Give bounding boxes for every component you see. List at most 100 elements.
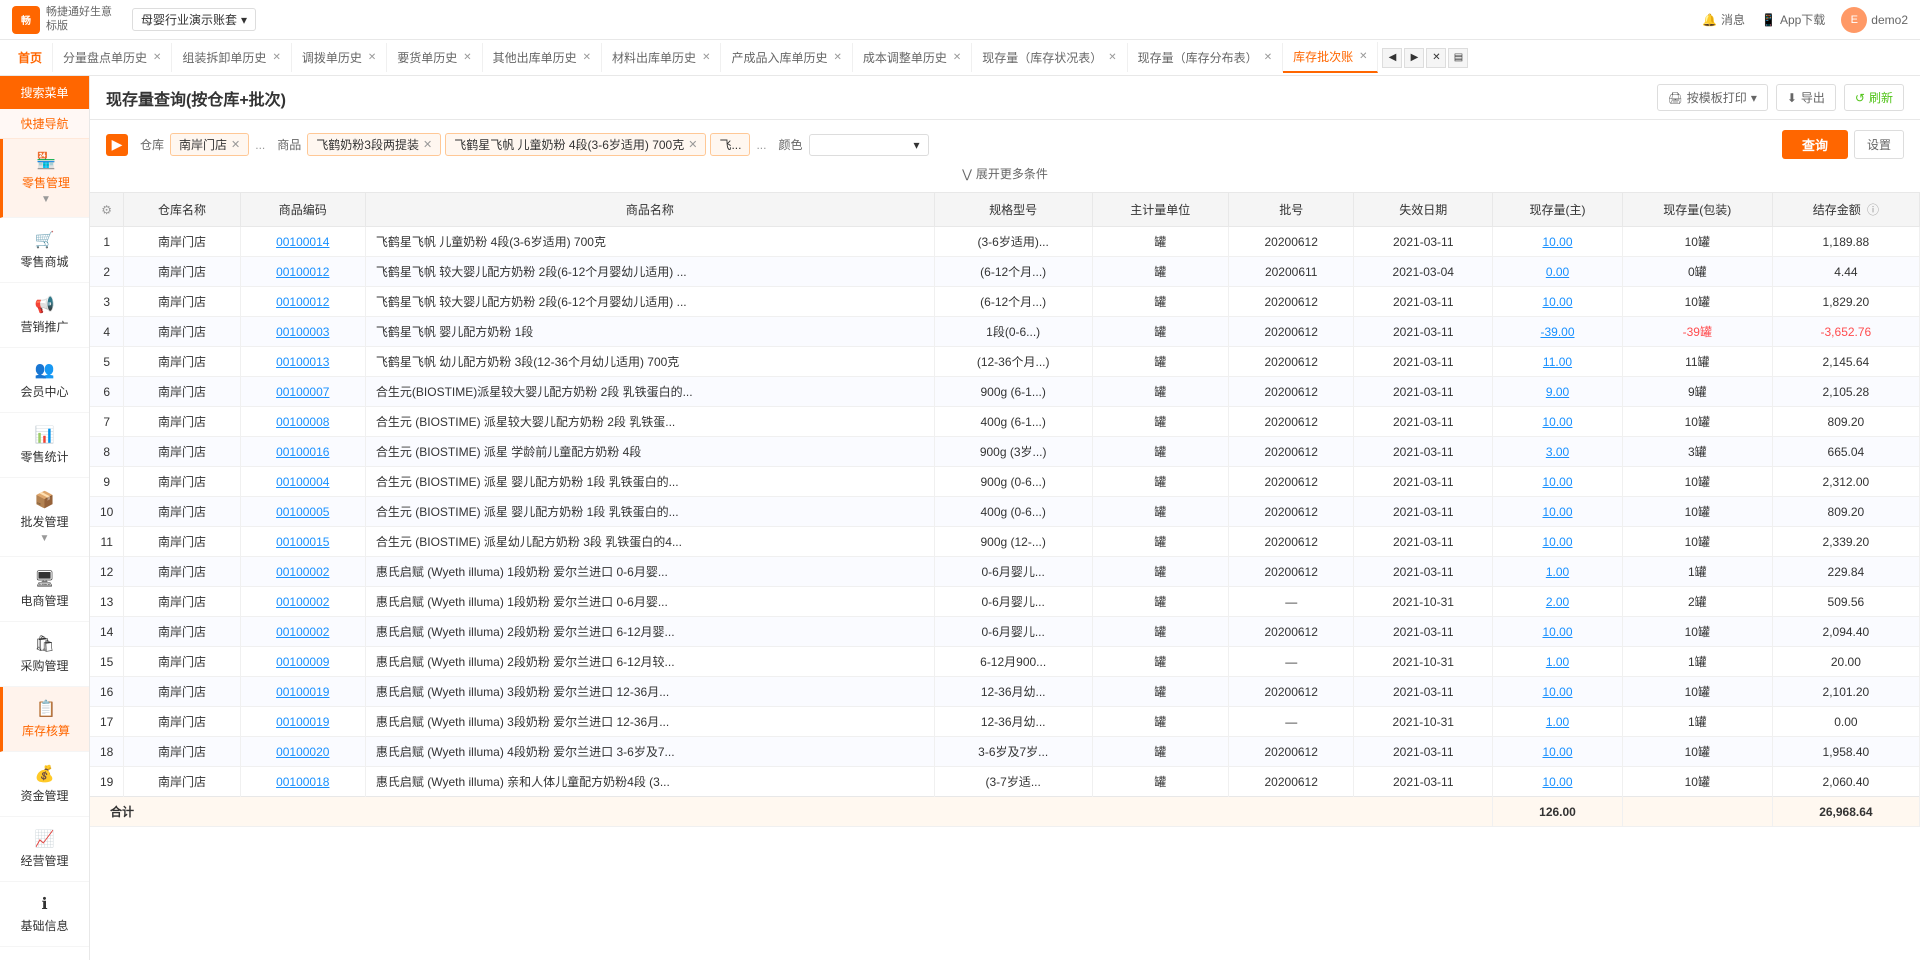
refresh-button[interactable]: ↺ 刷新 xyxy=(1844,84,1904,111)
sidebar-item-member[interactable]: 👥 会员中心 xyxy=(0,348,89,413)
tab-要货单[interactable]: 要货单历史 ✕ xyxy=(387,43,482,72)
tab-close[interactable]: ✕ xyxy=(1359,51,1367,62)
cell-code[interactable]: 00100007 xyxy=(240,377,365,407)
nav-next[interactable]: ▶ xyxy=(1404,48,1424,68)
cell-amount: 20.00 xyxy=(1772,647,1919,677)
amount-info-icon[interactable]: ⓘ xyxy=(1867,203,1879,217)
user-avatar[interactable]: E demo2 xyxy=(1841,7,1908,33)
col-settings[interactable]: ⚙ xyxy=(90,193,124,227)
cell-code[interactable]: 00100020 xyxy=(240,737,365,767)
cell-code[interactable]: 00100018 xyxy=(240,767,365,797)
org-selector[interactable]: 母婴行业演示账套 ▾ xyxy=(132,8,256,31)
expand-filter-btn[interactable]: ▶ xyxy=(106,134,128,156)
sidebar-item-retail-stats[interactable]: 📊 零售统计 xyxy=(0,413,89,478)
sidebar-item-retail-shop[interactable]: 🛒 零售商城 xyxy=(0,218,89,283)
cell-name: 合生元(BIOSTIME)派星较大婴儿配方奶粉 2段 乳铁蛋白的... xyxy=(365,377,934,407)
cell-code[interactable]: 00100005 xyxy=(240,497,365,527)
nav-menu[interactable]: ▤ xyxy=(1448,48,1468,68)
print-button[interactable]: 🖨 按模板打印 ▾ xyxy=(1657,84,1768,111)
query-button[interactable]: 查询 xyxy=(1782,130,1848,159)
cell-code[interactable]: 00100012 xyxy=(240,287,365,317)
cell-amount: -3,652.76 xyxy=(1772,317,1919,347)
table-row: 13 南岸门店 00100002 惠氏启赋 (Wyeth illuma) 1段奶… xyxy=(90,587,1920,617)
cell-code[interactable]: 00100002 xyxy=(240,557,365,587)
sidebar-item-purchase[interactable]: 🛍 采购管理 xyxy=(0,622,89,687)
sidebar-item-finance[interactable]: 💰 资金管理 xyxy=(0,752,89,817)
setting-button[interactable]: 设置 xyxy=(1854,130,1904,159)
cell-code[interactable]: 00100004 xyxy=(240,467,365,497)
tab-现存量状况[interactable]: 现存量（库存状况表） ✕ xyxy=(972,43,1127,72)
sidebar-item-ecommerce[interactable]: 🖥 电商管理 xyxy=(0,557,89,622)
tab-其他出库[interactable]: 其他出库单历史 ✕ xyxy=(483,43,602,72)
tab-现存量分布[interactable]: 现存量（库存分布表） ✕ xyxy=(1128,43,1283,72)
sidebar-label: 批发管理 xyxy=(20,513,68,530)
tab-close[interactable]: ✕ xyxy=(153,52,161,63)
product-tag-2: 飞鹤星飞帆 儿童奶粉 4段(3-6岁适用) 700克 ✕ xyxy=(445,133,706,156)
cell-code[interactable]: 00100014 xyxy=(240,227,365,257)
nav-prev[interactable]: ◀ xyxy=(1382,48,1402,68)
tab-close[interactable]: ✕ xyxy=(833,52,841,63)
tag-close-product1[interactable]: ✕ xyxy=(423,138,432,151)
cell-unit: 罐 xyxy=(1092,227,1228,257)
purchase-icon: 🛍 xyxy=(34,634,54,654)
tab-close[interactable]: ✕ xyxy=(583,52,591,63)
cell-qty-main: 10.00 xyxy=(1493,407,1623,437)
col-spec: 规格型号 xyxy=(934,193,1092,227)
cell-code[interactable]: 00100009 xyxy=(240,647,365,677)
sidebar-item-wholesale[interactable]: 📦 批发管理 ▼ xyxy=(0,478,89,557)
sidebar-item-system[interactable]: ⚙ 系统管理 xyxy=(0,947,89,960)
table-row: 9 南岸门店 00100004 合生元 (BIOSTIME) 派星 婴儿配方奶粉… xyxy=(90,467,1920,497)
cell-unit: 罐 xyxy=(1092,437,1228,467)
cell-spec: 900g (0-6...) xyxy=(934,467,1092,497)
color-dropdown[interactable]: ▾ xyxy=(809,134,929,156)
cell-qty-pkg: 10罐 xyxy=(1622,767,1772,797)
cell-code[interactable]: 00100002 xyxy=(240,587,365,617)
sidebar-item-retail-mgmt[interactable]: 🏪 零售管理 ▼ xyxy=(0,139,89,218)
tag-close-product2[interactable]: ✕ xyxy=(688,138,697,151)
marketing-icon: 📢 xyxy=(35,295,55,315)
tab-库存批次[interactable]: 库存批次账 ✕ xyxy=(1283,42,1378,73)
nav-close[interactable]: ✕ xyxy=(1426,48,1446,68)
tab-成本调整[interactable]: 成本调整单历史 ✕ xyxy=(853,43,972,72)
tab-组装拆卸[interactable]: 组装拆卸单历史 ✕ xyxy=(172,43,291,72)
tab-close[interactable]: ✕ xyxy=(953,52,961,63)
cell-amount: 1,829.20 xyxy=(1772,287,1919,317)
message-btn[interactable]: 🔔 消息 xyxy=(1702,11,1745,28)
tab-close[interactable]: ✕ xyxy=(1108,52,1116,63)
sidebar-quick-nav[interactable]: 快捷导航 xyxy=(0,109,89,139)
export-button[interactable]: ⬇ 导出 xyxy=(1776,84,1836,111)
cell-batch: — xyxy=(1229,647,1354,677)
app-download-btn[interactable]: 📱 App下载 xyxy=(1761,11,1825,28)
col-unit: 主计量单位 xyxy=(1092,193,1228,227)
cell-code[interactable]: 00100012 xyxy=(240,257,365,287)
tab-close[interactable]: ✕ xyxy=(702,52,710,63)
cell-qty-main: 10.00 xyxy=(1493,497,1623,527)
cell-unit: 罐 xyxy=(1092,767,1228,797)
expand-more-filter[interactable]: ⋁ 展开更多条件 xyxy=(106,165,1904,182)
tab-close[interactable]: ✕ xyxy=(463,52,471,63)
sidebar-item-marketing[interactable]: 📢 营销推广 xyxy=(0,283,89,348)
tab-close[interactable]: ✕ xyxy=(1264,52,1272,63)
sidebar-item-basic-info[interactable]: ℹ 基础信息 xyxy=(0,882,89,947)
cell-code[interactable]: 00100008 xyxy=(240,407,365,437)
tab-分量盘点[interactable]: 分量盘点单历史 ✕ xyxy=(53,43,172,72)
cell-code[interactable]: 00100015 xyxy=(240,527,365,557)
gear-icon[interactable]: ⚙ xyxy=(101,203,112,217)
tab-调拨单[interactable]: 调拨单历史 ✕ xyxy=(292,43,387,72)
cell-code[interactable]: 00100019 xyxy=(240,677,365,707)
tab-home[interactable]: 首页 xyxy=(8,43,53,72)
cell-code[interactable]: 00100002 xyxy=(240,617,365,647)
table-row: 3 南岸门店 00100012 飞鹤星飞帆 较大婴儿配方奶粉 2段(6-12个月… xyxy=(90,287,1920,317)
tab-产成品入库[interactable]: 产成品入库单历史 ✕ xyxy=(721,43,852,72)
cell-code[interactable]: 00100013 xyxy=(240,347,365,377)
cell-code[interactable]: 00100016 xyxy=(240,437,365,467)
tab-材料出库[interactable]: 材料出库单历史 ✕ xyxy=(602,43,721,72)
cell-code[interactable]: 00100003 xyxy=(240,317,365,347)
tag-close-warehouse[interactable]: ✕ xyxy=(231,138,240,151)
tab-close[interactable]: ✕ xyxy=(272,52,280,63)
sidebar-item-operations[interactable]: 📈 经营管理 xyxy=(0,817,89,882)
cell-code[interactable]: 00100019 xyxy=(240,707,365,737)
tab-close[interactable]: ✕ xyxy=(368,52,376,63)
sidebar-item-inventory[interactable]: 📋 库存核算 xyxy=(0,687,89,752)
sidebar-search[interactable]: 搜索菜单 xyxy=(0,76,89,109)
